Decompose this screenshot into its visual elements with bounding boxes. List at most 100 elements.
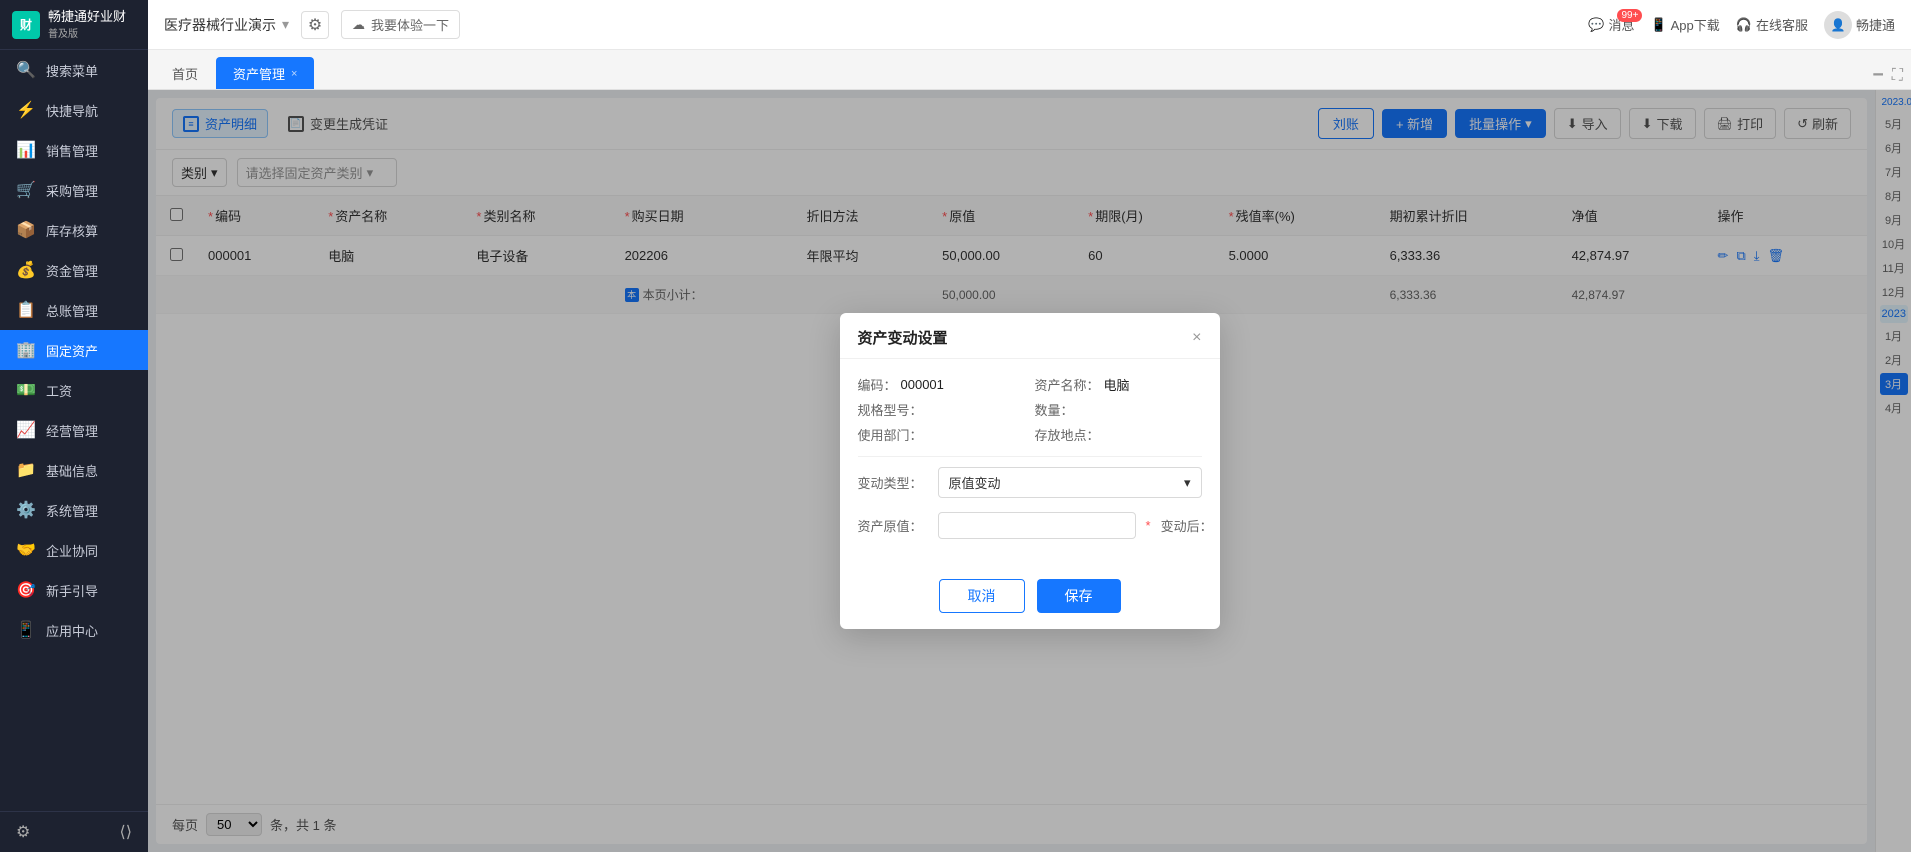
tabs-right: 🗕 ⛶ (1872, 62, 1903, 89)
sidebar: 财 畅捷通好业财 普及版 🔍 搜索菜单 ⚡ 快捷导航 📊 销售管理 🛒 采购管理… (0, 0, 148, 852)
service-icon: 🎧 (1736, 17, 1752, 33)
sidebar-item-system[interactable]: ⚙️ 系统管理 (0, 490, 148, 530)
sidebar-item-sales[interactable]: 📊 销售管理 (0, 130, 148, 170)
business-icon: 📈 (16, 420, 36, 440)
sidebar-item-basic-info[interactable]: 📁 基础信息 (0, 450, 148, 490)
asset-tab-label: 资产管理 (233, 64, 285, 83)
sidebar-label-basic-info: 基础信息 (46, 461, 98, 480)
sidebar-item-finance[interactable]: 💰 资金管理 (0, 250, 148, 290)
sidebar-footer: ⚙ ⟨⟩ (0, 811, 148, 852)
cancel-button[interactable]: 取消 (939, 579, 1025, 613)
asset-name-label: 资产名称： (1035, 375, 1100, 394)
basic-info-icon: 📁 (16, 460, 36, 480)
tab-home[interactable]: 首页 (156, 58, 214, 89)
sidebar-label-guide: 新手引导 (46, 581, 98, 600)
ledger-icon: 📋 (16, 300, 36, 320)
dialog-quantity-field: 数量： (1035, 400, 1202, 419)
sidebar-label-inventory: 库存核算 (46, 221, 98, 240)
tab-asset-management[interactable]: 资产管理 × (216, 57, 314, 89)
spec-label: 规格型号： (858, 400, 923, 419)
dialog-asset-name-field: 资产名称： 电脑 (1035, 375, 1202, 394)
sidebar-item-business[interactable]: 📈 经营管理 (0, 410, 148, 450)
sidebar-item-purchase[interactable]: 🛒 采购管理 (0, 170, 148, 210)
save-button[interactable]: 保存 (1037, 579, 1121, 613)
user-menu[interactable]: 👤 畅捷通 (1824, 11, 1895, 39)
search-icon: 🔍 (16, 60, 36, 80)
home-tab-label: 首页 (172, 64, 198, 83)
messages-badge: 99+ (1617, 9, 1642, 22)
sidebar-label-payroll: 工资 (46, 381, 72, 400)
sidebar-label-app-center: 应用中心 (46, 621, 98, 640)
required-star: * (1146, 518, 1151, 533)
main-area: 医疗器械行业演示 ▾ ⚙ ☁ 我要体验一下 💬 消息 99+ 📱 App下载 🎧… (148, 0, 1911, 852)
sidebar-item-inventory[interactable]: 📦 库存核算 (0, 210, 148, 250)
system-icon: ⚙️ (16, 500, 36, 520)
company-name-text: 医疗器械行业演示 (164, 15, 276, 35)
dialog-overlay: 资产变动设置 × 编码： 000001 资产名称： 电脑 (148, 90, 1911, 852)
dialog-close-button[interactable]: × (1192, 329, 1201, 347)
tab-close-icon[interactable]: × (291, 68, 297, 80)
asset-name-value: 电脑 (1104, 375, 1130, 394)
feedback-icon: ☁ (352, 17, 365, 33)
sidebar-item-collaboration[interactable]: 🤝 企业协同 (0, 530, 148, 570)
change-type-select[interactable]: 原值变动 ▾ (938, 467, 1202, 498)
code-label: 编码： (858, 375, 897, 394)
purchase-icon: 🛒 (16, 180, 36, 200)
content-area: ≡ 资产明细 📄 变更生成凭证 刘账 + 新增 批量操作 ▾ ⬇ (148, 90, 1911, 852)
dialog-footer: 取消 保存 (840, 569, 1220, 629)
sidebar-item-guide[interactable]: 🎯 新手引导 (0, 570, 148, 610)
code-value: 000001 (901, 377, 944, 392)
original-value-input[interactable]: 50,000.00 (938, 512, 1136, 539)
logo-icon: 财 (12, 11, 40, 39)
sidebar-item-quick-nav[interactable]: ⚡ 快捷导航 (0, 90, 148, 130)
user-avatar: 👤 (1824, 11, 1852, 39)
dialog-body: 编码： 000001 资产名称： 电脑 规格型号： 数量： (840, 359, 1220, 569)
department-label: 使用部门： (858, 425, 923, 444)
customer-service-label: 在线客服 (1756, 15, 1808, 34)
dialog-divider (858, 456, 1202, 457)
user-name: 畅捷通 (1856, 15, 1895, 34)
sidebar-logo: 财 畅捷通好业财 普及版 (0, 0, 148, 50)
feedback-text: 我要体验一下 (371, 15, 449, 34)
tab-minimize-icon[interactable]: 🗕 (1872, 62, 1883, 89)
payroll-icon: 💵 (16, 380, 36, 400)
sidebar-item-search[interactable]: 🔍 搜索菜单 (0, 50, 148, 90)
sidebar-label-ledger: 总账管理 (46, 301, 98, 320)
collapse-icon[interactable]: ⟨⟩ (120, 822, 132, 842)
dialog-spec-field: 规格型号： (858, 400, 1025, 419)
sidebar-label-quick-nav: 快捷导航 (46, 101, 98, 120)
company-chevron-icon: ▾ (282, 16, 289, 33)
app-download-button[interactable]: 📱 App下载 (1650, 15, 1719, 34)
dialog-info-section: 编码： 000001 资产名称： 电脑 规格型号： 数量： (858, 375, 1202, 444)
download-icon: 📱 (1650, 17, 1666, 33)
top-header: 医疗器械行业演示 ▾ ⚙ ☁ 我要体验一下 💬 消息 99+ 📱 App下载 🎧… (148, 0, 1911, 50)
customer-service-button[interactable]: 🎧 在线客服 (1736, 15, 1808, 34)
app-download-label: App下载 (1671, 15, 1720, 34)
change-type-value: 原值变动 (949, 473, 1001, 492)
dialog-code-field: 编码： 000001 (858, 375, 1025, 394)
guide-icon: 🎯 (16, 580, 36, 600)
sidebar-label-collaboration: 企业协同 (46, 541, 98, 560)
feedback-button[interactable]: ☁ 我要体验一下 (341, 10, 460, 39)
dialog-location-field: 存放地点： (1035, 425, 1202, 444)
change-type-label: 变动类型： (858, 473, 928, 492)
inventory-icon: 📦 (16, 220, 36, 240)
sidebar-item-payroll[interactable]: 💵 工资 (0, 370, 148, 410)
dialog-title: 资产变动设置 (858, 327, 948, 348)
dialog-value-row: 资产原值： 50,000.00 * 变动后： (858, 512, 1202, 539)
collaboration-icon: 🤝 (16, 540, 36, 560)
message-icon: 💬 (1588, 17, 1604, 33)
sidebar-label-system: 系统管理 (46, 501, 98, 520)
finance-icon: 💰 (16, 260, 36, 280)
settings-button[interactable]: ⚙ (301, 11, 329, 39)
company-selector[interactable]: 医疗器械行业演示 ▾ (164, 15, 289, 35)
tab-maximize-icon[interactable]: ⛶ (1892, 67, 1903, 85)
sidebar-item-ledger[interactable]: 📋 总账管理 (0, 290, 148, 330)
sidebar-item-fixed-assets[interactable]: 🏢 固定资产 (0, 330, 148, 370)
messages-button[interactable]: 💬 消息 99+ (1588, 15, 1634, 34)
after-change-label: 变动后： (1161, 516, 1220, 535)
settings-icon[interactable]: ⚙ (16, 822, 30, 842)
sidebar-label-finance: 资金管理 (46, 261, 98, 280)
tabs-bar: 首页 资产管理 × 🗕 ⛶ (148, 50, 1911, 90)
sidebar-item-app-center[interactable]: 📱 应用中心 (0, 610, 148, 650)
